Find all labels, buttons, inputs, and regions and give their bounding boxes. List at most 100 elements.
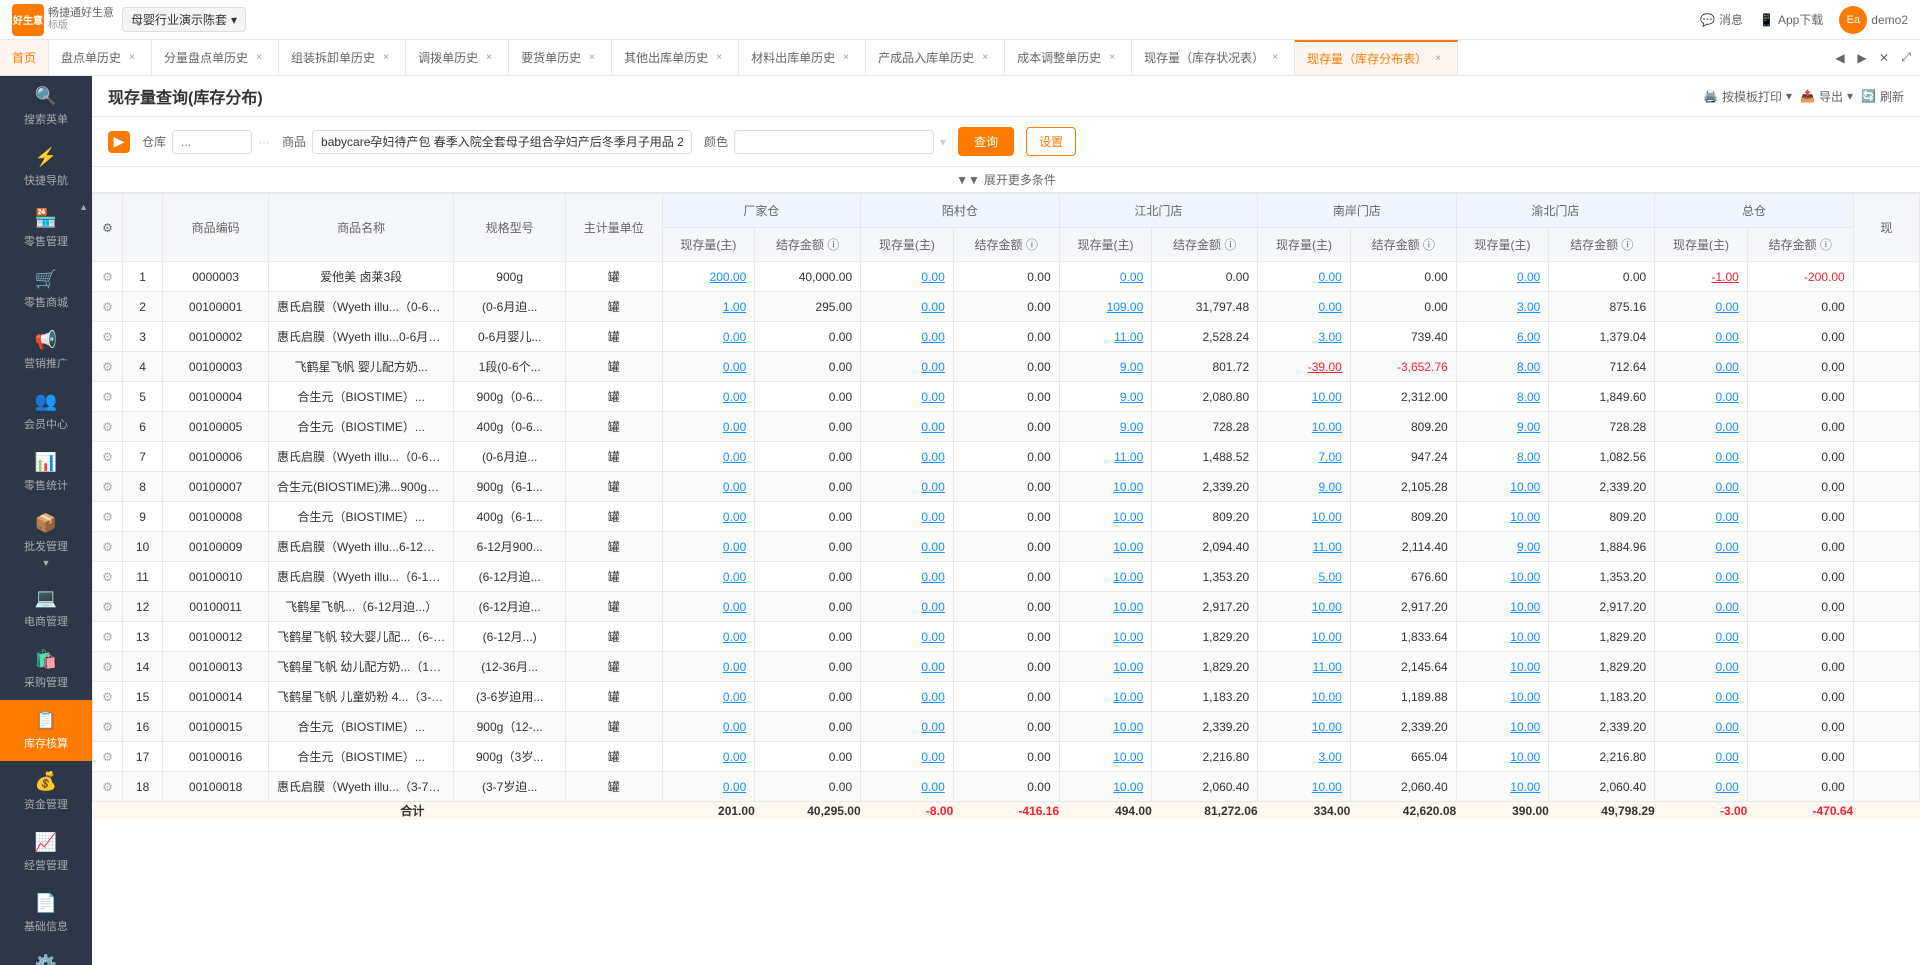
qty-link[interactable]: 0.00 xyxy=(1715,600,1738,614)
td-gear[interactable]: ⚙ xyxy=(93,592,123,622)
qty-link[interactable]: 0.00 xyxy=(1715,330,1738,344)
sidebar-item-retail-stats[interactable]: 📊 零售统计 xyxy=(0,442,92,503)
export-btn[interactable]: 📤 导出 ▾ xyxy=(1800,88,1853,105)
user-avatar-btn[interactable]: Ea demo2 xyxy=(1839,6,1908,34)
sidebar-item-ecom[interactable]: 💻 电商管理 xyxy=(0,578,92,639)
tab-close-chengbentiaozhen[interactable]: × xyxy=(1105,51,1119,65)
qty-link[interactable]: -39.00 xyxy=(1308,360,1342,374)
td-gear[interactable]: ⚙ xyxy=(93,622,123,652)
qty-link[interactable]: 10.00 xyxy=(1312,600,1342,614)
sidebar-item-member[interactable]: 👥 会员中心 xyxy=(0,381,92,442)
qty-link[interactable]: 0.00 xyxy=(723,630,746,644)
qty-link[interactable]: 0.00 xyxy=(1715,690,1738,704)
td-gear[interactable]: ⚙ xyxy=(93,772,123,802)
qty-link[interactable]: 0.00 xyxy=(1715,300,1738,314)
td-gear[interactable]: ⚙ xyxy=(93,652,123,682)
qty-link[interactable]: 0.00 xyxy=(1715,420,1738,434)
td-gear[interactable]: ⚙ xyxy=(93,322,123,352)
qty-link[interactable]: 10.00 xyxy=(1113,660,1143,674)
qty-link[interactable]: 5.00 xyxy=(1318,570,1341,584)
print-template-btn[interactable]: 🖨️ 按模板打印 ▾ xyxy=(1703,88,1792,105)
qty-link[interactable]: 10.00 xyxy=(1312,690,1342,704)
sidebar-item-purchase[interactable]: 🛍️ 采购管理 xyxy=(0,639,92,700)
qty-link[interactable]: 10.00 xyxy=(1510,660,1540,674)
qty-link[interactable]: 10.00 xyxy=(1113,750,1143,764)
qty-link[interactable]: 0.00 xyxy=(723,390,746,404)
qty-link[interactable]: 10.00 xyxy=(1510,600,1540,614)
qty-link[interactable]: 0.00 xyxy=(1715,780,1738,794)
qty-link[interactable]: 10.00 xyxy=(1113,780,1143,794)
qty-link[interactable]: -1.00 xyxy=(1711,270,1738,284)
goods-input[interactable] xyxy=(312,130,692,154)
qty-link[interactable]: 11.00 xyxy=(1313,540,1342,554)
qty-link[interactable]: 7.00 xyxy=(1318,450,1341,464)
sidebar-item-basics[interactable]: 📄 基础信息 xyxy=(0,883,92,944)
sidebar-item-search[interactable]: 🔍 搜索英单 xyxy=(0,76,92,137)
tab-cailiaochuku[interactable]: 材料出库单历史 × xyxy=(739,40,866,76)
qty-link[interactable]: 10.00 xyxy=(1510,780,1540,794)
tab-close-all-btn[interactable]: ✕ xyxy=(1874,48,1894,68)
qty-link[interactable]: 3.00 xyxy=(1318,330,1341,344)
qty-link[interactable]: 0.00 xyxy=(1715,480,1738,494)
tab-diaibo[interactable]: 调拨单历史 × xyxy=(406,40,509,76)
qty-link[interactable]: 0.00 xyxy=(1715,630,1738,644)
qty-link[interactable]: 10.00 xyxy=(1312,510,1342,524)
message-btn[interactable]: 💬 消息 xyxy=(1700,11,1743,28)
qty-link[interactable]: 0.00 xyxy=(1120,270,1143,284)
sidebar-item-quicknav[interactable]: ⚡ 快捷导航 xyxy=(0,137,92,198)
td-gear[interactable]: ⚙ xyxy=(93,502,123,532)
tab-close-xiancunfenbu[interactable]: × xyxy=(1431,52,1445,66)
qty-link[interactable]: 10.00 xyxy=(1113,540,1143,554)
qty-link[interactable]: 10.00 xyxy=(1312,420,1342,434)
qty-link[interactable]: 0.00 xyxy=(723,540,746,554)
qty-link[interactable]: 0.00 xyxy=(1318,270,1341,284)
tab-qitachuku[interactable]: 其他出库单历史 × xyxy=(612,40,739,76)
tab-yaohuo[interactable]: 要货单历史 × xyxy=(509,40,612,76)
qty-link[interactable]: 0.00 xyxy=(921,630,944,644)
qty-link[interactable]: 10.00 xyxy=(1510,570,1540,584)
qty-link[interactable]: 10.00 xyxy=(1510,690,1540,704)
td-gear[interactable]: ⚙ xyxy=(93,412,123,442)
qty-link[interactable]: 0.00 xyxy=(921,330,944,344)
qty-link[interactable]: 10.00 xyxy=(1113,690,1143,704)
td-gear[interactable]: ⚙ xyxy=(93,742,123,772)
qty-link[interactable]: 10.00 xyxy=(1312,390,1342,404)
setting-button[interactable]: 设置 xyxy=(1026,127,1076,156)
sidebar-item-finance[interactable]: 💰 资金管理 xyxy=(0,761,92,822)
qty-link[interactable]: 0.00 xyxy=(1318,300,1341,314)
filter-toggle-btn[interactable]: ▶ xyxy=(108,131,130,153)
td-gear[interactable]: ⚙ xyxy=(93,352,123,382)
tab-close-cailiaochuku[interactable]: × xyxy=(839,51,853,65)
qty-link[interactable]: 0.00 xyxy=(723,570,746,584)
sidebar-item-retail-mall[interactable]: 🛒 零售商城 xyxy=(0,259,92,320)
tab-close-diaibo[interactable]: × xyxy=(482,51,496,65)
qty-link[interactable]: 3.00 xyxy=(1517,300,1540,314)
qty-link[interactable]: 9.00 xyxy=(1120,390,1143,404)
qty-link[interactable]: 0.00 xyxy=(723,360,746,374)
qty-link[interactable]: 0.00 xyxy=(921,300,944,314)
qty-link[interactable]: 0.00 xyxy=(921,420,944,434)
tab-chengbentiaozhen[interactable]: 成本调整单历史 × xyxy=(1005,40,1132,76)
qty-link[interactable]: 0.00 xyxy=(723,330,746,344)
tab-close-yaohuo[interactable]: × xyxy=(585,51,599,65)
tab-fenpandian[interactable]: 分量盘点单历史 × xyxy=(152,40,279,76)
qty-link[interactable]: 0.00 xyxy=(1715,570,1738,584)
td-gear[interactable]: ⚙ xyxy=(93,472,123,502)
tab-pandian[interactable]: 盘点单历史 × xyxy=(49,40,152,76)
qty-link[interactable]: 0.00 xyxy=(1715,720,1738,734)
qty-link[interactable]: 0.00 xyxy=(921,570,944,584)
tab-home[interactable]: 首页 xyxy=(0,40,49,76)
qty-link[interactable]: 0.00 xyxy=(921,720,944,734)
tab-close-pandian[interactable]: × xyxy=(125,51,139,65)
qty-link[interactable]: 10.00 xyxy=(1312,720,1342,734)
qty-link[interactable]: 0.00 xyxy=(921,660,944,674)
qty-link[interactable]: 0.00 xyxy=(723,690,746,704)
tab-expand-btn[interactable]: ⤢ xyxy=(1896,48,1916,68)
qty-link[interactable]: 0.00 xyxy=(723,480,746,494)
td-gear[interactable]: ⚙ xyxy=(93,292,123,322)
qty-link[interactable]: 0.00 xyxy=(921,270,944,284)
qty-link[interactable]: 8.00 xyxy=(1517,390,1540,404)
tab-close-zuzhuan[interactable]: × xyxy=(379,51,393,65)
td-gear[interactable]: ⚙ xyxy=(93,532,123,562)
qty-link[interactable]: 9.00 xyxy=(1120,420,1143,434)
